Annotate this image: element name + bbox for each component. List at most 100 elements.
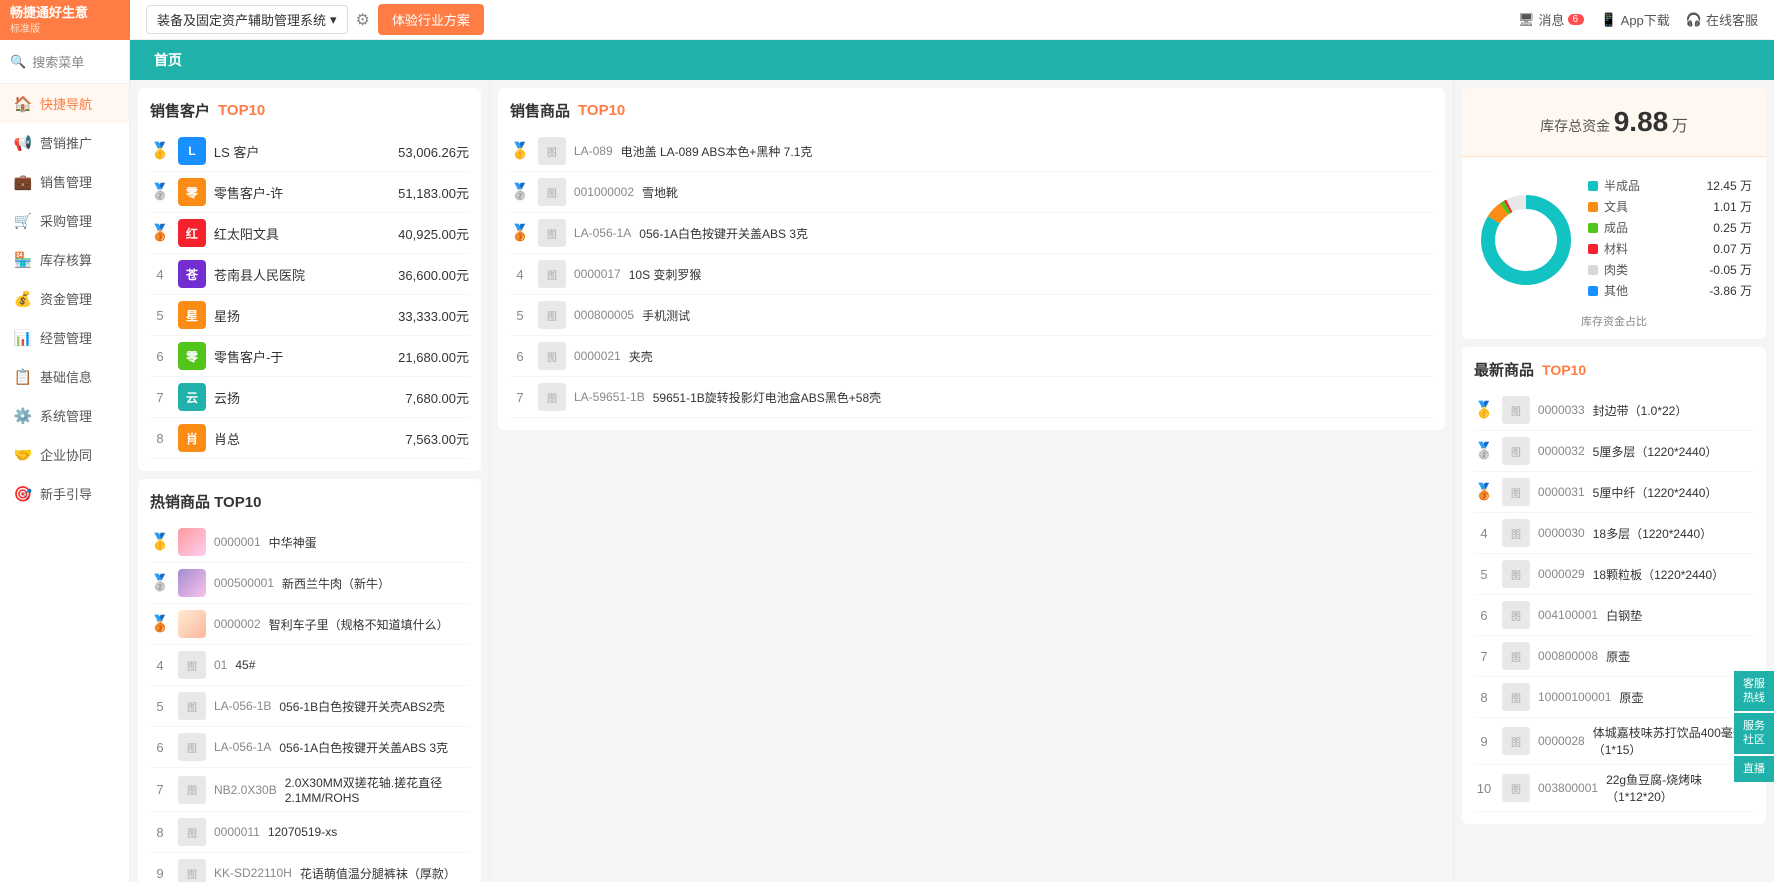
sidebar-item-operation[interactable]: 📊 经营管理 <box>0 318 129 357</box>
customer-rank-item: 4 苍 苍南县人民医院 36,600.00元 <box>150 254 469 295</box>
brand-name: 畅捷通好生意 <box>10 5 88 21</box>
message-badge: 6 <box>1568 14 1584 25</box>
float-btn-community[interactable]: 服务 社区 <box>1734 713 1774 754</box>
product-code: 000800008 <box>1538 649 1598 663</box>
sidebar-item-quick-nav[interactable]: 🏠 快捷导航 <box>0 84 129 123</box>
inventory-section: 库存总资金 9.88 万 <box>1462 88 1766 339</box>
sidebar-label-marketing: 营销推广 <box>40 133 92 152</box>
message-btn[interactable]: 🖥 消息 6 <box>1518 10 1585 29</box>
new-product-item: 🥈 图 0000032 5厘多层（1220*2440） <box>1474 431 1754 472</box>
product-name: 5厘中纤（1220*2440） <box>1593 484 1754 501</box>
legend-dot <box>1588 286 1598 296</box>
sidebar-item-system[interactable]: ⚙️ 系统管理 <box>0 396 129 435</box>
hot-product-item: 7 图 NB2.0X30B 2.0X30MM双搓花轴.搓花直径2.1MM/ROH… <box>150 768 469 812</box>
product-img-placeholder: 图 <box>538 137 566 165</box>
sidebar-label-purchase: 采购管理 <box>40 211 92 230</box>
sidebar: 🔍 搜索菜单 🏠 快捷导航 📢 营销推广 💼 销售管理 🛒 采购管理 🏪 库存核… <box>0 40 130 882</box>
new-product-item: 🥉 图 0000031 5厘中纤（1220*2440） <box>1474 472 1754 513</box>
mid-product-item: 🥉 图 LA-056-1A 056-1A白色按键开关盖ABS 3克 <box>510 213 1433 254</box>
product-name: 45# <box>235 658 469 672</box>
inventory-total: 库存总资金 9.88 万 <box>1476 106 1752 138</box>
customer-amount: 33,333.00元 <box>398 306 469 325</box>
hot-product-item: 9 图 KK-SD22110H 花语萌值温分腿裤袜（厚款） <box>150 853 469 882</box>
sidebar-item-finance[interactable]: 💰 资金管理 <box>0 279 129 318</box>
online-service-btn[interactable]: 🎧 在线客服 <box>1686 10 1758 29</box>
product-img-placeholder: 图 <box>178 776 206 804</box>
hot-product-item: 5 图 LA-056-1B 056-1B白色按键开关壳ABS2壳 <box>150 686 469 727</box>
float-btn-live[interactable]: 直播 <box>1734 756 1774 782</box>
customer-name: 苍南县人民医院 <box>214 265 390 284</box>
sidebar-item-marketing[interactable]: 📢 营销推广 <box>0 123 129 162</box>
system-selector[interactable]: 装备及固定资产辅助管理系统 ▾ <box>146 5 348 34</box>
product-img-placeholder: 图 <box>538 301 566 329</box>
customer-amount: 21,680.00元 <box>398 347 469 366</box>
product-code: 000500001 <box>214 576 274 590</box>
gear-button[interactable]: ⚙ <box>356 10 370 30</box>
inventory-label: 库存总资金 <box>1540 118 1610 134</box>
sidebar-search-area: 🔍 搜索菜单 <box>0 40 129 84</box>
product-img <box>178 569 206 597</box>
product-name: 056-1B白色按键开关壳ABS2壳 <box>279 698 469 715</box>
sidebar-item-inventory[interactable]: 🏪 库存核算 <box>0 240 129 279</box>
app-download-btn[interactable]: 📱 App下载 <box>1600 10 1669 29</box>
search-menu-button[interactable]: 🔍 搜索菜单 <box>10 48 119 75</box>
donut-chart-container: 半成品 12.45 万 文具 1.01 万 成品 0.25 万 材料 0.07 … <box>1476 177 1752 303</box>
customer-avatar: L <box>178 137 206 165</box>
product-name: 5厘多层（1220*2440） <box>1593 443 1754 460</box>
legend-dot <box>1588 223 1598 233</box>
product-code: LA-056-1B <box>214 699 271 713</box>
cart-icon: 🛒 <box>14 212 32 230</box>
new-product-item: 8 图 10000100001 原壶 <box>1474 677 1754 718</box>
product-code: KK-SD22110H <box>214 866 292 880</box>
hot-product-item: 🥇 0000001 中华神蛋 <box>150 522 469 563</box>
customer-sales-list: 🥇 L LS 客户 53,006.26元 🥈 零 零售客户-许 51,183.0… <box>150 131 469 459</box>
legend-item: 半成品 12.45 万 <box>1588 177 1752 194</box>
chevron-down-icon: ▾ <box>330 12 337 28</box>
new-product-item: 5 图 0000029 18颗粒板（1220*2440） <box>1474 554 1754 595</box>
float-btn-service[interactable]: 客服 热线 <box>1734 671 1774 712</box>
sidebar-item-sales[interactable]: 💼 销售管理 <box>0 162 129 201</box>
product-code: LA-089 <box>574 144 613 158</box>
customer-amount: 53,006.26元 <box>398 142 469 161</box>
phone-icon: 📱 <box>1600 12 1616 28</box>
sidebar-item-enterprise[interactable]: 🤝 企业协同 <box>0 435 129 474</box>
sidebar-item-guide[interactable]: 🎯 新手引导 <box>0 474 129 513</box>
product-name: 体城嘉枝味苏打饮品400毫升（1*15） <box>1593 724 1754 758</box>
briefcase-icon: 💼 <box>14 173 32 191</box>
legend-name: 其他 <box>1604 282 1703 299</box>
product-img-placeholder: 图 <box>1502 774 1530 802</box>
product-code: 004100001 <box>1538 608 1598 622</box>
product-img-placeholder: 图 <box>178 818 206 846</box>
product-code: 0000017 <box>574 267 621 281</box>
trial-button[interactable]: 体验行业方案 <box>378 4 484 35</box>
new-product-item: 6 图 004100001 白钢垫 <box>1474 595 1754 636</box>
hot-product-item: 🥈 000500001 新西兰牛肉（新牛） <box>150 563 469 604</box>
inventory-value: 9.88 <box>1614 106 1669 137</box>
new-product-item: 9 图 0000028 体城嘉枝味苏打饮品400毫升（1*15） <box>1474 718 1754 765</box>
tab-home[interactable]: 首页 <box>146 50 190 70</box>
right-panel: 库存总资金 9.88 万 <box>1454 80 1774 882</box>
legend-value: -3.86 万 <box>1709 282 1752 299</box>
hot-product-item: 🥉 0000002 智利车子里（规格不知道填什么） <box>150 604 469 645</box>
product-img-placeholder: 图 <box>538 178 566 206</box>
sidebar-label-basic: 基础信息 <box>40 367 92 386</box>
product-name: 056-1A白色按键开关盖ABS 3克 <box>639 225 1433 242</box>
product-code: 003800001 <box>1538 781 1598 795</box>
sidebar-item-basic[interactable]: 📋 基础信息 <box>0 357 129 396</box>
sidebar-label-enterprise: 企业协同 <box>40 445 92 464</box>
product-code: NB2.0X30B <box>214 783 277 797</box>
hot-products-section: 热销商品 TOP10 🥇 0000001 中华神蛋 🥈 000500001 新西… <box>138 479 481 882</box>
product-img-placeholder: 图 <box>178 692 206 720</box>
customer-name: 肖总 <box>214 429 397 448</box>
product-img-placeholder: 图 <box>1502 601 1530 629</box>
legend-item: 其他 -3.86 万 <box>1588 282 1752 299</box>
product-img-placeholder: 图 <box>1502 727 1530 755</box>
legend-name: 肉类 <box>1604 261 1703 278</box>
sidebar-label-inventory: 库存核算 <box>40 250 92 269</box>
sidebar-item-purchase[interactable]: 🛒 采购管理 <box>0 201 129 240</box>
inventory-unit: 万 <box>1672 118 1688 135</box>
sidebar-label-sales: 销售管理 <box>40 172 92 191</box>
product-code: 000800005 <box>574 308 634 322</box>
mid-products-section: 销售商品TOP10 🥇 图 LA-089 电池盖 LA-089 ABS本色+黑种… <box>498 88 1445 430</box>
product-img-placeholder: 图 <box>538 260 566 288</box>
